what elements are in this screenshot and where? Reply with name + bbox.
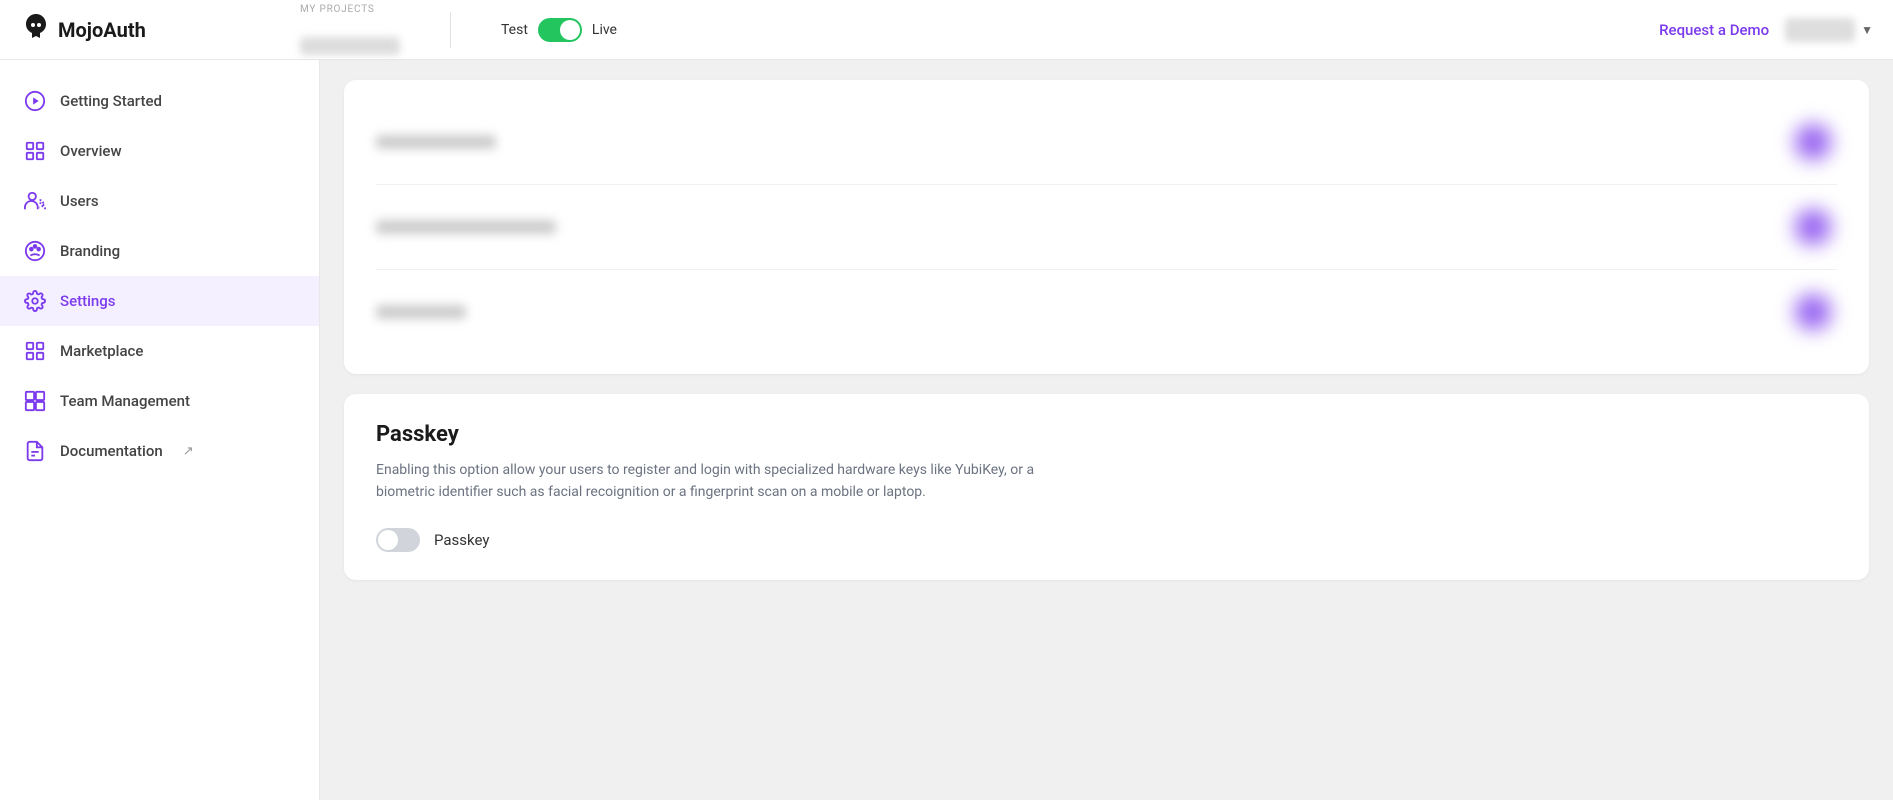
project-area: MY PROJECTS [300,4,420,55]
sidebar-item-label-marketplace: Marketplace [60,342,143,360]
passkey-toggle[interactable] [376,528,420,552]
sidebar-item-marketplace[interactable]: Marketplace [0,326,319,376]
blurred-row-3 [376,270,1837,354]
test-live-toggle: Test Live [501,18,617,42]
sidebar-item-settings[interactable]: Settings [0,276,319,326]
request-demo-button[interactable]: Request a Demo [1659,21,1769,39]
sidebar-item-team-management[interactable]: Team Management [0,376,319,426]
sidebar-item-label-getting-started: Getting Started [60,92,162,110]
user-avatar [1785,18,1855,42]
external-link-icon: ↗ [183,444,194,459]
users-icon [24,190,46,212]
sidebar-item-label-settings: Settings [60,292,116,310]
blurred-content-2 [376,220,556,234]
doc-icon [24,440,46,462]
sidebar: Getting Started Overview [0,60,320,800]
blurred-rows-card [344,80,1869,374]
sidebar-item-overview[interactable]: Overview [0,126,319,176]
play-circle-icon [24,90,46,112]
sidebar-item-label-users: Users [60,192,99,210]
team-grid-icon [24,390,46,412]
sidebar-item-label-branding: Branding [60,242,120,260]
my-projects-label: MY PROJECTS [300,4,420,15]
purple-blob-3 [1789,288,1837,336]
logo-icon [20,10,52,49]
live-label: Live [592,22,617,38]
test-live-switch[interactable] [538,18,582,42]
sidebar-item-documentation[interactable]: Documentation ↗ [0,426,319,476]
blurred-content-1 [376,135,496,149]
layout: Getting Started Overview [0,60,1893,800]
passkey-description: Enabling this option allow your users to… [376,459,1076,504]
passkey-toggle-label: Passkey [434,531,489,549]
main-content: Passkey Enabling this option allow your … [320,60,1893,800]
blurred-row-1 [376,100,1837,185]
logo-text: MojoAuth [58,18,146,42]
blurred-content-3 [376,305,466,319]
sidebar-item-getting-started[interactable]: Getting Started [0,76,319,126]
bar-chart-icon [24,140,46,162]
passkey-card: Passkey Enabling this option allow your … [344,394,1869,580]
sidebar-item-label-team-management: Team Management [60,392,190,410]
sidebar-item-branding[interactable]: Branding [0,226,319,276]
sidebar-item-label-documentation: Documentation [60,442,163,460]
marketplace-icon [24,340,46,362]
sidebar-item-users[interactable]: Users [0,176,319,226]
logo: MojoAuth [20,10,280,49]
user-menu[interactable]: ▼ [1785,18,1873,42]
test-label: Test [501,22,528,38]
header-right: Request a Demo ▼ [1659,18,1873,42]
gear-icon [24,290,46,312]
purple-blob-1 [1789,118,1837,166]
sidebar-item-label-overview: Overview [60,142,122,160]
divider [450,12,451,48]
palette-icon [24,240,46,262]
passkey-title: Passkey [376,422,1837,447]
purple-blob-2 [1789,203,1837,251]
blurred-row-2 [376,185,1837,270]
chevron-down-icon: ▼ [1861,23,1873,37]
header: MojoAuth MY PROJECTS Test Live Request a… [0,0,1893,60]
project-name-blurred[interactable] [300,37,400,55]
passkey-toggle-row: Passkey [376,528,1837,552]
